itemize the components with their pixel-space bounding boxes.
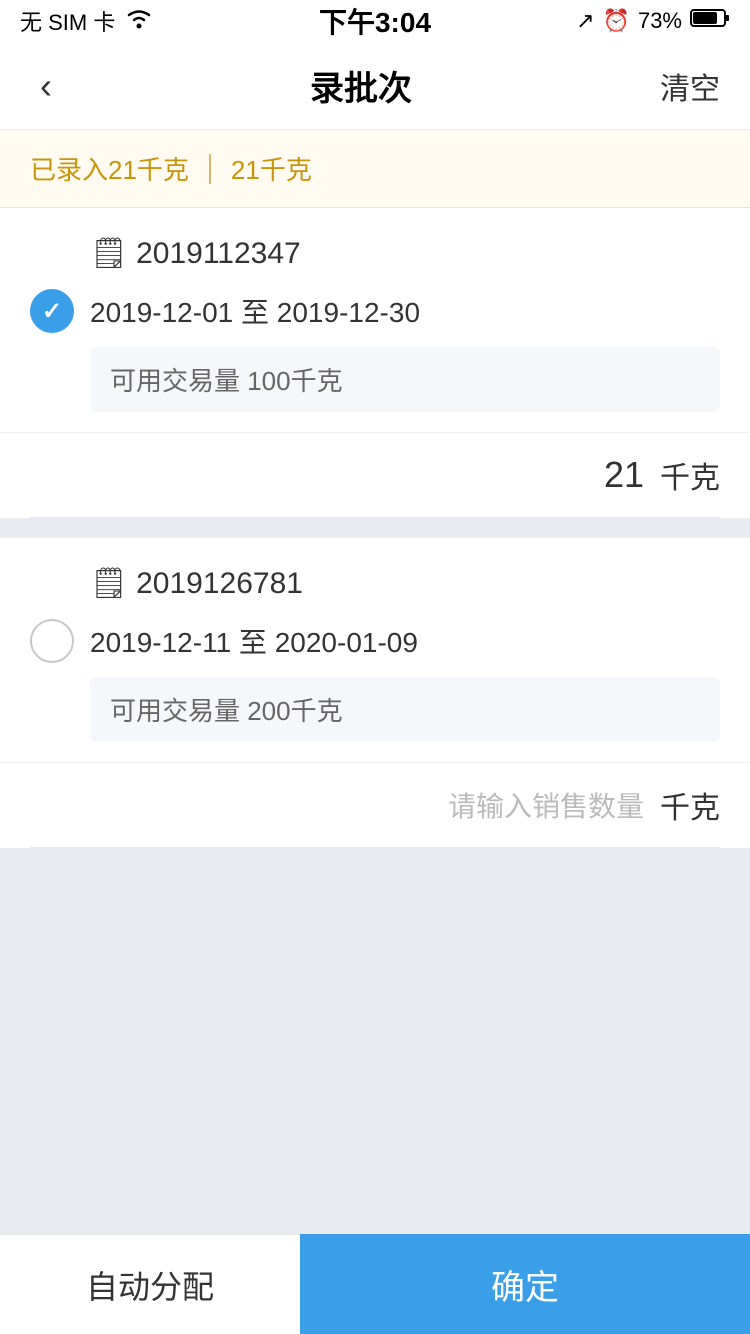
status-right: ↗ ⏰ 73% xyxy=(576,8,730,34)
batch-2-header: 🗒 2019126781 xyxy=(0,538,750,611)
battery-icon xyxy=(690,8,730,34)
batch-2-radio[interactable] xyxy=(30,619,74,663)
status-left: 无 SIM 卡 xyxy=(20,5,153,37)
batch-1-date: 2019-12-01 至 2019-12-30 xyxy=(90,291,420,331)
batch-1-date-row[interactable]: ✓ 2019-12-01 至 2019-12-30 xyxy=(0,281,750,341)
batch-2-date: 2019-12-11 至 2020-01-09 xyxy=(90,621,418,661)
sim-status: 无 SIM 卡 xyxy=(20,5,115,37)
info-banner: 已录入21千克 21千克 xyxy=(0,130,750,208)
batch-2-qty-unit: 千克 xyxy=(660,783,720,827)
batch-2-qty-placeholder: 请输入销售数量 xyxy=(448,785,644,825)
batch-id-icon-2: 🗒 xyxy=(90,566,128,601)
bottom-spacer xyxy=(0,848,750,1248)
batch-1-qty-unit: 千克 xyxy=(660,453,720,497)
info-divider xyxy=(209,154,211,184)
section-divider xyxy=(0,518,750,538)
auto-distribute-button[interactable]: 自动分配 xyxy=(0,1234,300,1334)
batch-2-date-row[interactable]: 2019-12-11 至 2020-01-09 xyxy=(0,611,750,671)
batch-1-id: 🗒 2019112347 xyxy=(90,236,720,271)
batch-1-radio[interactable]: ✓ xyxy=(30,289,74,333)
status-time: 下午3:04 xyxy=(319,1,431,41)
batch-2-id: 🗒 2019126781 xyxy=(90,566,720,601)
location-icon: ↗ xyxy=(576,8,594,34)
batch-2-avail: 可用交易量 200千克 xyxy=(90,677,720,742)
batch-id-icon-1: 🗒 xyxy=(90,236,128,271)
batch-item-1: 🗒 2019112347 ✓ 2019-12-01 至 2019-12-30 可… xyxy=(0,208,750,518)
batch-item-2: 🗒 2019126781 2019-12-11 至 2020-01-09 可用交… xyxy=(0,538,750,848)
back-button[interactable]: ‹ xyxy=(30,55,62,117)
batch-1-qty-row: 21 千克 xyxy=(0,432,750,517)
total-amount: 21千克 xyxy=(231,150,312,187)
status-bar: 无 SIM 卡 下午3:04 ↗ ⏰ 73% xyxy=(0,0,750,42)
alarm-icon: ⏰ xyxy=(603,8,630,34)
clear-button[interactable]: 清空 xyxy=(660,64,720,108)
page-title: 录批次 xyxy=(310,61,412,110)
bottom-bar: 自动分配 确定 xyxy=(0,1234,750,1334)
recorded-amount: 已录入21千克 xyxy=(30,150,189,187)
batch-2-qty-row[interactable]: 请输入销售数量 千克 xyxy=(0,762,750,847)
batch-1-header: 🗒 2019112347 xyxy=(0,208,750,281)
batch-1-qty-value: 21 xyxy=(604,454,644,496)
batch-1-avail: 可用交易量 100千克 xyxy=(90,347,720,412)
wifi-icon xyxy=(125,7,153,35)
confirm-button[interactable]: 确定 xyxy=(300,1234,750,1334)
battery-percent: 73% xyxy=(638,8,682,34)
nav-bar: ‹ 录批次 清空 xyxy=(0,42,750,130)
check-icon-1: ✓ xyxy=(42,297,62,326)
